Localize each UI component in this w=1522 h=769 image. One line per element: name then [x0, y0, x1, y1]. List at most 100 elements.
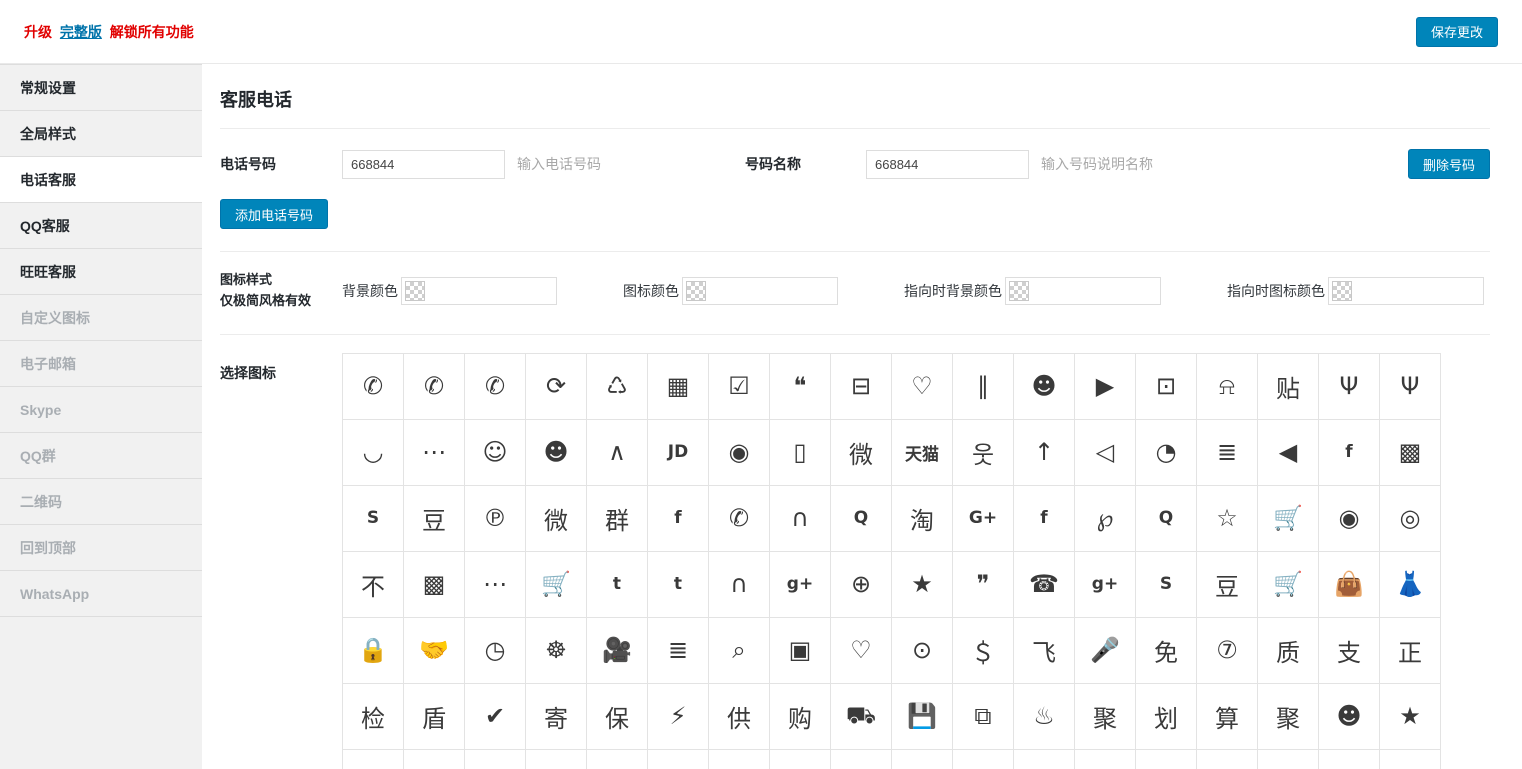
- color-picker-input-3[interactable]: [1328, 276, 1484, 305]
- star-filled-icon[interactable]: ★: [1380, 683, 1441, 750]
- phone-number-input[interactable]: [342, 149, 505, 179]
- user-solid-icon[interactable]: ☻: [1319, 683, 1380, 750]
- tianmao-text-icon[interactable]: 天猫: [892, 419, 953, 486]
- download-icon[interactable]: ⇩: [1075, 749, 1136, 769]
- whatsapp-call-icon[interactable]: ✆: [465, 353, 526, 420]
- qr-code-icon[interactable]: ▩: [404, 551, 465, 618]
- image-filled-icon[interactable]: ▣: [770, 617, 831, 684]
- sidebar-item-whatsapp[interactable]: WhatsApp: [0, 571, 202, 617]
- thumbs-up-icon[interactable]: ☝: [892, 749, 953, 769]
- smile-icon[interactable]: ◡: [343, 419, 404, 486]
- pencil-icon[interactable]: ✎: [404, 749, 465, 769]
- truck-icon[interactable]: ⛟: [831, 683, 892, 750]
- compass-icon[interactable]: ☸: [526, 617, 587, 684]
- sidebar-item-qrcode[interactable]: 二维码: [0, 479, 202, 525]
- volume-outline-icon[interactable]: ◁: [1075, 419, 1136, 486]
- lightning-icon[interactable]: ⚡: [648, 683, 709, 750]
- zoom-search-icon[interactable]: ⌕: [709, 617, 770, 684]
- play-circle-icon[interactable]: ▶: [1075, 353, 1136, 420]
- google-plus-square-icon[interactable]: g+: [1075, 551, 1136, 618]
- add-phone-number-button[interactable]: 添加电话号码: [220, 199, 329, 229]
- voice-comment-icon[interactable]: ☺: [465, 419, 526, 486]
- ju-char-icon[interactable]: 聚: [1075, 683, 1136, 750]
- dou-square-icon[interactable]: 豆: [1197, 551, 1258, 618]
- whatsapp-filled-icon[interactable]: ✆: [404, 353, 465, 420]
- bell-outline-icon[interactable]: ⍾: [1136, 749, 1197, 769]
- qq-penguin-filled-icon[interactable]: Q: [1136, 485, 1197, 552]
- qq-penguin-outline-icon[interactable]: Q: [831, 485, 892, 552]
- chat-quote-icon[interactable]: ❞: [953, 551, 1014, 618]
- mobile-outline-icon[interactable]: ▯: [343, 749, 404, 769]
- flame-icon[interactable]: ♨: [1014, 683, 1075, 750]
- full-version-link[interactable]: 完整版: [60, 24, 102, 40]
- comment-lines-icon[interactable]: ≣: [1197, 419, 1258, 486]
- color-picker-input-2[interactable]: [1005, 276, 1161, 305]
- sidebar-item-skype[interactable]: Skype: [0, 387, 202, 433]
- arch-icon[interactable]: ⌒: [1258, 749, 1319, 769]
- sidebar-item-global-style[interactable]: 全局样式: [0, 111, 202, 157]
- move-icon[interactable]: ✥: [1380, 749, 1441, 769]
- zhifu-badge-icon[interactable]: 支: [1319, 617, 1380, 684]
- qq-group-icon[interactable]: 群: [587, 485, 648, 552]
- sidebar-item-phone[interactable]: 电话客服: [0, 157, 202, 203]
- sidebar-item-qq[interactable]: QQ客服: [0, 203, 202, 249]
- facebook-f-icon[interactable]: f: [648, 485, 709, 552]
- star-outline-icon[interactable]: ☆: [1197, 485, 1258, 552]
- arrow-up-icon[interactable]: ↑: [1014, 419, 1075, 486]
- mail-icon[interactable]: ✉: [587, 749, 648, 769]
- user-circle-icon[interactable]: ☻: [1014, 353, 1075, 420]
- heart-outline-icon-2[interactable]: ♡: [831, 617, 892, 684]
- google-plus-icon[interactable]: G+: [953, 485, 1014, 552]
- color-picker-input-1[interactable]: [682, 276, 838, 305]
- person-registered-icon[interactable]: ℗: [465, 485, 526, 552]
- user-filled-icon[interactable]: ☻: [526, 419, 587, 486]
- scan-frame-icon[interactable]: ⊡: [1136, 353, 1197, 420]
- sidebar-item-wangwang[interactable]: 旺旺客服: [0, 249, 202, 295]
- cat-face-circle-icon[interactable]: ◉: [709, 419, 770, 486]
- play-circle-outline-icon[interactable]: ▶: [770, 749, 831, 769]
- sidebar-item-custom-icon[interactable]: 自定义图标: [0, 295, 202, 341]
- video-camera-icon[interactable]: 🎥: [587, 617, 648, 684]
- heart-outline-icon[interactable]: ♡: [892, 353, 953, 420]
- share-icon[interactable]: ➦: [831, 749, 892, 769]
- eye-outline-icon[interactable]: ⊙: [892, 617, 953, 684]
- gou-badge-icon[interactable]: 购: [770, 683, 831, 750]
- comment-icon[interactable]: ❝: [770, 353, 831, 420]
- floppy-save-icon[interactable]: 💾: [892, 683, 953, 750]
- transparency-swatch-icon[interactable]: [686, 280, 706, 301]
- refresh-icon[interactable]: ⟳: [526, 353, 587, 420]
- handshake-icon[interactable]: 🤝: [404, 617, 465, 684]
- wechat-icon[interactable]: 微: [831, 419, 892, 486]
- calendar-check-icon[interactable]: ☑: [709, 353, 770, 420]
- google-plus-g-icon[interactable]: g+: [770, 551, 831, 618]
- jian-badge-icon[interactable]: 检: [343, 683, 404, 750]
- phone-handset-icon[interactable]: ✆: [465, 749, 526, 769]
- facebook-filled-icon[interactable]: f: [1319, 419, 1380, 486]
- tmall-cat-icon-1[interactable]: Ψ: [1319, 353, 1380, 420]
- shield-check-icon[interactable]: ✔: [465, 683, 526, 750]
- color-picker-input-0[interactable]: [401, 276, 557, 305]
- upload-icon[interactable]: ⇧: [526, 749, 587, 769]
- sidebar-item-general[interactable]: 常规设置: [0, 65, 202, 111]
- pinterest-circle-icon[interactable]: ℘: [1075, 485, 1136, 552]
- copyright-icon[interactable]: ©: [1014, 749, 1075, 769]
- dress-icon[interactable]: 👗: [1380, 551, 1441, 618]
- douban-icon[interactable]: 豆: [404, 485, 465, 552]
- ticket-icon[interactable]: ⊟: [831, 353, 892, 420]
- compass-outline-icon[interactable]: ⌖: [648, 749, 709, 769]
- zheng-badge-icon[interactable]: 正: [1380, 617, 1441, 684]
- ji-stamp-icon[interactable]: 寄: [526, 683, 587, 750]
- shopping-bag-icon[interactable]: 👜: [1319, 551, 1380, 618]
- sidebar-item-email[interactable]: 电子邮箱: [0, 341, 202, 387]
- zhi-badge-icon[interactable]: 质: [1258, 617, 1319, 684]
- bu-badge-icon[interactable]: 不: [343, 551, 404, 618]
- weibo-outline-icon[interactable]: ◎: [1380, 485, 1441, 552]
- sidebar-item-qq-group[interactable]: QQ群: [0, 433, 202, 479]
- user-outline-icon[interactable]: 웃: [953, 419, 1014, 486]
- disc-icon[interactable]: ◎: [709, 749, 770, 769]
- bowl-icon[interactable]: ◡: [1197, 749, 1258, 769]
- bell-filled-icon[interactable]: ⍾: [1197, 353, 1258, 420]
- mobile-phone-icon[interactable]: ▯: [770, 419, 831, 486]
- phone-filled-icon[interactable]: ☎: [1014, 551, 1075, 618]
- mian-badge-icon[interactable]: 免: [1136, 617, 1197, 684]
